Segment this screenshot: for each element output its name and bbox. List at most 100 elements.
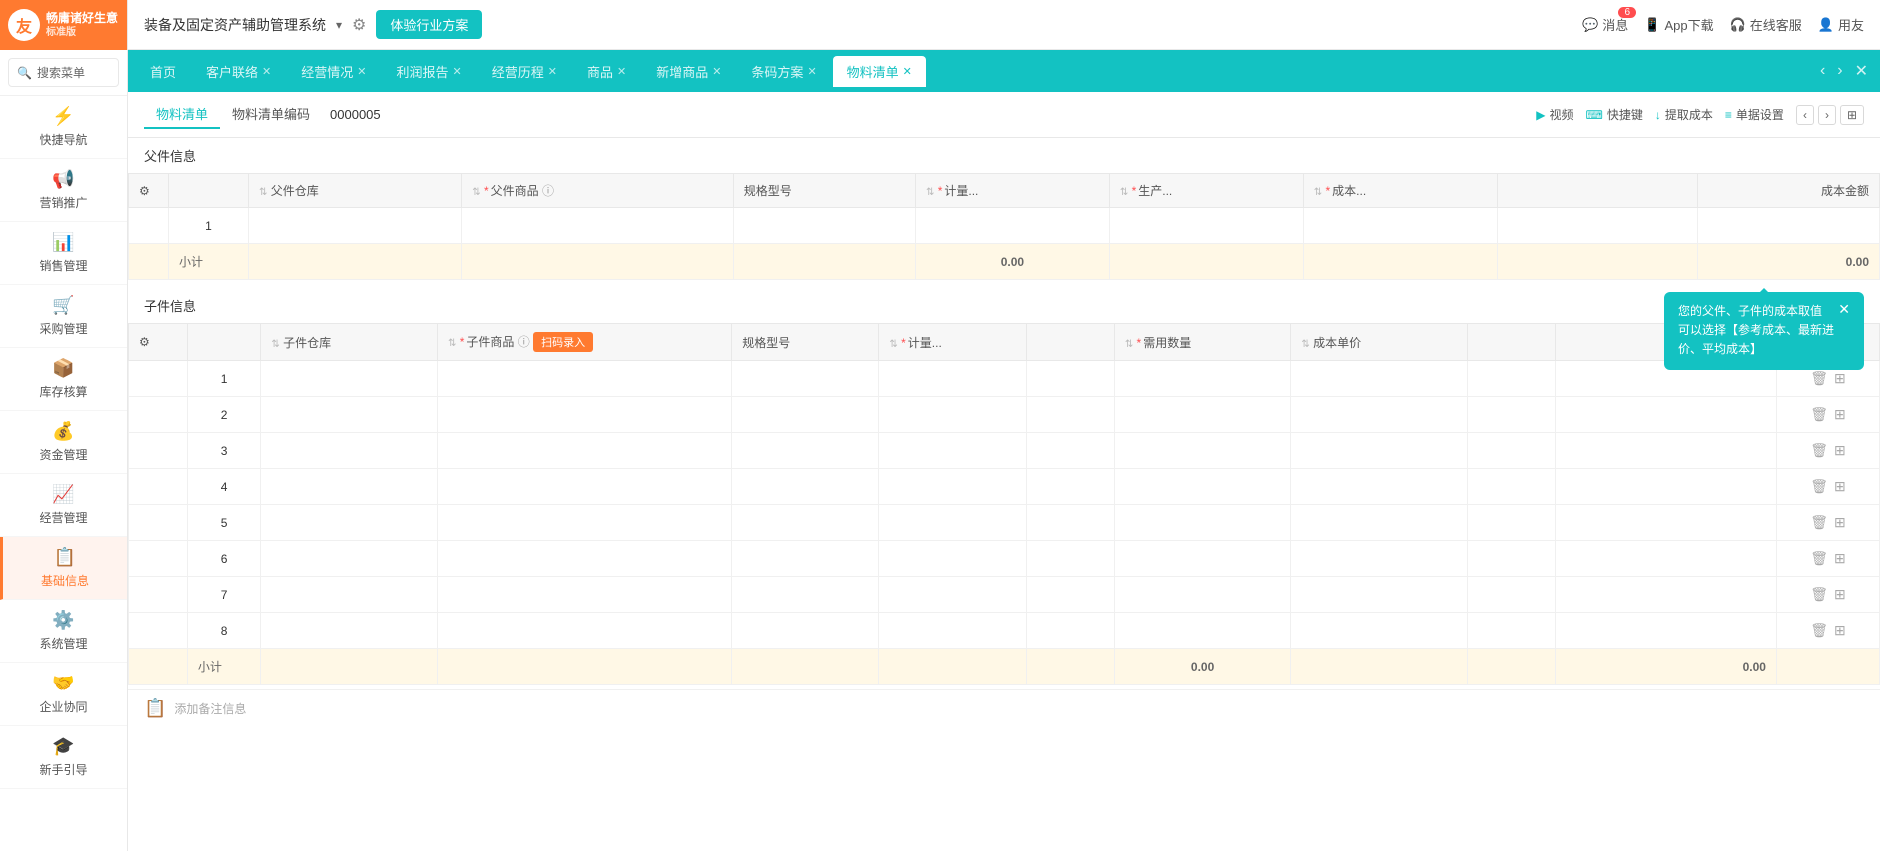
copy-icon-5[interactable]: ⊞: [1834, 514, 1846, 531]
tooltip-close-btn[interactable]: ✕: [1838, 302, 1850, 316]
delete-icon-2[interactable]: 🗑: [1810, 406, 1828, 423]
child-qty-6[interactable]: [879, 541, 1026, 577]
child-goods-1[interactable]: [437, 361, 731, 397]
parent-qty-cell[interactable]: [915, 208, 1109, 244]
tab-barcode[interactable]: 条码方案 ✕: [737, 56, 830, 87]
child-spec-3[interactable]: [732, 433, 879, 469]
sidebar-item-1[interactable]: 📢营销推广: [0, 159, 127, 222]
message-button[interactable]: 💬 消息 6: [1582, 15, 1628, 34]
child-req-qty-7[interactable]: [1114, 577, 1291, 613]
copy-icon-7[interactable]: ⊞: [1834, 586, 1846, 603]
online-service-button[interactable]: 🎧 在线客服: [1730, 15, 1802, 34]
sidebar-item-5[interactable]: 💰资金管理: [0, 411, 127, 474]
child-warehouse-8[interactable]: [261, 613, 438, 649]
copy-icon-8[interactable]: ⊞: [1834, 622, 1846, 639]
single-setting-button[interactable]: ≡ 单据设置: [1725, 106, 1784, 123]
copy-icon-6[interactable]: ⊞: [1834, 550, 1846, 567]
child-qty-4[interactable]: [879, 469, 1026, 505]
user-menu[interactable]: 👤 用友: [1818, 15, 1864, 34]
close-operations-tab[interactable]: ✕: [357, 65, 366, 78]
prev-record-btn[interactable]: ‹: [1796, 105, 1814, 125]
sub-nav-bom-list[interactable]: 物料清单: [144, 100, 220, 129]
copy-icon-2[interactable]: ⊞: [1834, 406, 1846, 423]
child-warehouse-6[interactable]: [261, 541, 438, 577]
child-req-qty-3[interactable]: [1114, 433, 1291, 469]
delete-icon-7[interactable]: 🗑: [1810, 586, 1828, 603]
sidebar-item-7[interactable]: 📋基础信息: [0, 537, 127, 600]
parent-spec-cell[interactable]: [733, 208, 915, 244]
close-customer-tab[interactable]: ✕: [262, 65, 271, 78]
nav-next-button[interactable]: ›: [1833, 62, 1846, 80]
child-qty-7[interactable]: [879, 577, 1026, 613]
child-unit-cost-1[interactable]: [1291, 361, 1468, 397]
delete-icon-1[interactable]: 🗑: [1810, 370, 1828, 387]
system-dropdown[interactable]: ▾: [336, 18, 342, 32]
parent-cost-cell[interactable]: [1303, 208, 1497, 244]
child-unit-cost-7[interactable]: [1291, 577, 1468, 613]
child-goods-5[interactable]: [437, 505, 731, 541]
child-spec-2[interactable]: [732, 397, 879, 433]
child-unit-cost-2[interactable]: [1291, 397, 1468, 433]
close-history-tab[interactable]: ✕: [548, 65, 557, 78]
child-spec-5[interactable]: [732, 505, 879, 541]
child-warehouse-5[interactable]: [261, 505, 438, 541]
parent-warehouse-cell[interactable]: [249, 208, 462, 244]
child-qty-1[interactable]: [879, 361, 1026, 397]
scan-input-button[interactable]: 扫码录入: [533, 332, 593, 352]
child-warehouse-3[interactable]: [261, 433, 438, 469]
child-req-qty-4[interactable]: [1114, 469, 1291, 505]
trial-button[interactable]: 体验行业方案: [376, 10, 482, 39]
child-goods-3[interactable]: [437, 433, 731, 469]
tab-operations[interactable]: 经营情况 ✕: [287, 56, 380, 87]
delete-icon-4[interactable]: 🗑: [1810, 478, 1828, 495]
th-gear-child[interactable]: ⚙: [129, 324, 188, 361]
child-goods-4[interactable]: [437, 469, 731, 505]
app-download-button[interactable]: 📱 App下载: [1644, 15, 1713, 34]
sidebar-item-4[interactable]: 📦库存核算: [0, 348, 127, 411]
tab-customer[interactable]: 客户联络 ✕: [192, 56, 285, 87]
tab-goods[interactable]: 商品 ✕: [573, 56, 640, 87]
sidebar-item-0[interactable]: ⚡快捷导航: [0, 96, 127, 159]
sidebar-item-3[interactable]: 🛒采购管理: [0, 285, 127, 348]
view-video-button[interactable]: ▶ 视频: [1536, 106, 1573, 123]
settings-icon[interactable]: ⚙: [352, 15, 366, 35]
shortcut-button[interactable]: ⌨ 快捷键: [1586, 106, 1643, 123]
child-warehouse-4[interactable]: [261, 469, 438, 505]
copy-icon-4[interactable]: ⊞: [1834, 478, 1846, 495]
close-goods-tab[interactable]: ✕: [617, 65, 626, 78]
child-req-qty-2[interactable]: [1114, 397, 1291, 433]
extract-cost-button[interactable]: ↓ 提取成本: [1655, 106, 1713, 123]
th-gear-parent[interactable]: ⚙: [129, 174, 169, 208]
child-req-qty-8[interactable]: [1114, 613, 1291, 649]
child-unit-cost-6[interactable]: [1291, 541, 1468, 577]
tab-bom[interactable]: 物料清单 ✕: [833, 56, 926, 87]
close-profit-tab[interactable]: ✕: [453, 65, 462, 78]
child-spec-1[interactable]: [732, 361, 879, 397]
child-spec-7[interactable]: [732, 577, 879, 613]
close-bom-tab[interactable]: ✕: [903, 65, 912, 78]
tab-home[interactable]: 首页: [136, 56, 190, 87]
sidebar-item-10[interactable]: 🎓新手引导: [0, 726, 127, 789]
sidebar-item-2[interactable]: 📊销售管理: [0, 222, 127, 285]
child-unit-cost-4[interactable]: [1291, 469, 1468, 505]
child-unit-cost-3[interactable]: [1291, 433, 1468, 469]
child-warehouse-2[interactable]: [261, 397, 438, 433]
child-qty-8[interactable]: [879, 613, 1026, 649]
child-warehouse-7[interactable]: [261, 577, 438, 613]
child-goods-8[interactable]: [437, 613, 731, 649]
child-spec-6[interactable]: [732, 541, 879, 577]
child-qty-3[interactable]: [879, 433, 1026, 469]
close-new-goods-tab[interactable]: ✕: [712, 65, 721, 78]
child-spec-8[interactable]: [732, 613, 879, 649]
close-all-tabs-button[interactable]: ✕: [1851, 61, 1872, 81]
child-goods-7[interactable]: [437, 577, 731, 613]
sidebar-item-8[interactable]: ⚙️系统管理: [0, 600, 127, 663]
child-req-qty-1[interactable]: [1114, 361, 1291, 397]
tab-new-goods[interactable]: 新增商品 ✕: [642, 56, 735, 87]
add-note-icon[interactable]: 📋: [144, 698, 166, 719]
child-qty-5[interactable]: [879, 505, 1026, 541]
child-unit-cost-5[interactable]: [1291, 505, 1468, 541]
copy-icon-1[interactable]: ⊞: [1834, 370, 1846, 387]
child-goods-6[interactable]: [437, 541, 731, 577]
delete-icon-8[interactable]: 🗑: [1810, 622, 1828, 639]
